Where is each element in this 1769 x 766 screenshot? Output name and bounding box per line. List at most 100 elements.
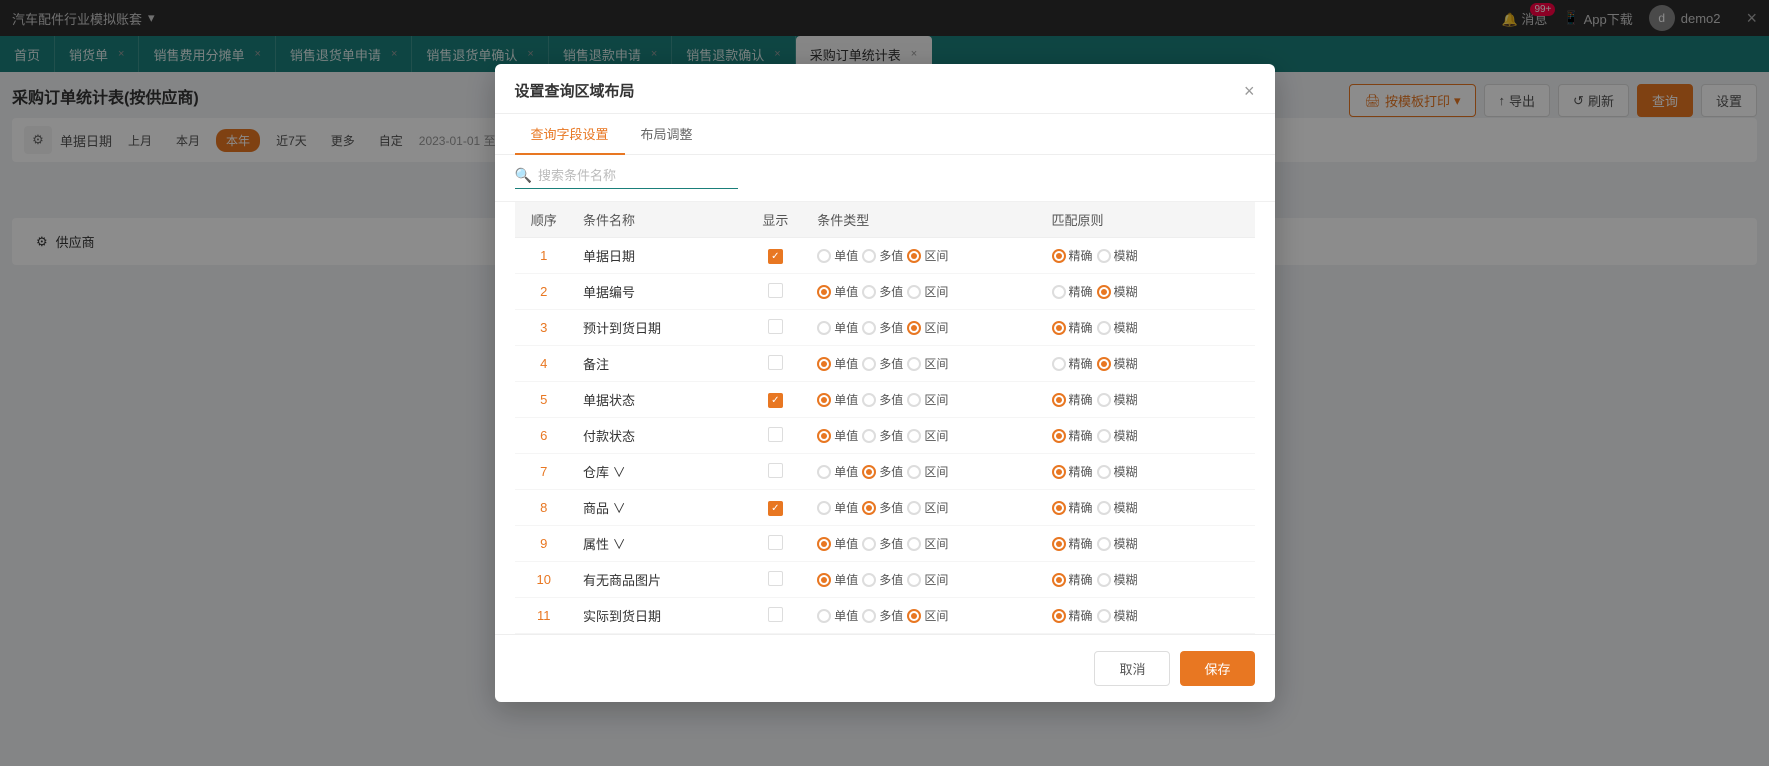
match-radio-item[interactable]: 精确 [1052,427,1093,444]
match-radio-item[interactable]: 精确 [1052,571,1093,588]
save-button[interactable]: 保存 [1180,651,1254,686]
radio-circle [862,393,876,407]
row-display[interactable] [743,382,807,418]
display-checkbox[interactable] [768,393,783,408]
radio-circle [907,537,921,551]
row-match: 精确模糊 [1042,598,1255,634]
search-input[interactable] [538,168,738,183]
type-radio-item[interactable]: 多值 [862,535,903,552]
type-radio-item[interactable]: 单值 [817,571,858,588]
display-checkbox[interactable] [768,283,783,298]
type-radio-item[interactable]: 多值 [862,571,903,588]
match-radio-item[interactable]: 模糊 [1097,427,1138,444]
type-radio-item[interactable]: 区间 [907,535,948,552]
type-radio-item[interactable]: 区间 [907,283,948,300]
match-radio-item[interactable]: 精确 [1052,463,1093,480]
match-radio-item[interactable]: 模糊 [1097,499,1138,516]
type-radio-item[interactable]: 区间 [907,391,948,408]
display-checkbox[interactable] [768,319,783,334]
match-radio-item[interactable]: 模糊 [1097,571,1138,588]
row-display[interactable] [743,274,807,310]
row-display[interactable] [743,454,807,490]
row-match: 精确模糊 [1042,238,1255,274]
type-radio-item[interactable]: 单值 [817,535,858,552]
type-radio-item[interactable]: 单值 [817,391,858,408]
radio-circle [907,465,921,479]
type-radio-item[interactable]: 单值 [817,355,858,372]
type-radio-item[interactable]: 区间 [907,607,948,624]
match-radio-item[interactable]: 精确 [1052,247,1093,264]
display-checkbox[interactable] [768,427,783,442]
type-radio-item[interactable]: 区间 [907,499,948,516]
match-radio-item[interactable]: 模糊 [1097,535,1138,552]
radio-label: 单值 [834,355,858,372]
match-radio-item[interactable]: 模糊 [1097,283,1138,300]
type-radio-item[interactable]: 区间 [907,247,948,264]
modal-close-btn[interactable]: × [1244,82,1255,112]
type-radio-item[interactable]: 单值 [817,247,858,264]
type-radio-item[interactable]: 单值 [817,427,858,444]
type-radio-item[interactable]: 区间 [907,571,948,588]
cancel-button[interactable]: 取消 [1094,651,1170,686]
type-radio-item[interactable]: 多值 [862,319,903,336]
display-checkbox[interactable] [768,535,783,550]
match-radio-item[interactable]: 模糊 [1097,319,1138,336]
type-radio-item[interactable]: 多值 [862,427,903,444]
match-radio-item[interactable]: 精确 [1052,499,1093,516]
row-display[interactable] [743,310,807,346]
row-display[interactable] [743,490,807,526]
display-checkbox[interactable] [768,571,783,586]
row-display[interactable] [743,418,807,454]
row-display[interactable] [743,562,807,598]
row-display[interactable] [743,346,807,382]
type-radio-item[interactable]: 单值 [817,463,858,480]
modal-overlay[interactable]: 设置查询区域布局 × 查询字段设置 布局调整 🔍 [0,0,1769,766]
row-order: 3 [515,310,574,346]
type-radio-item[interactable]: 多值 [862,247,903,264]
type-radio-item[interactable]: 区间 [907,355,948,372]
match-radio-item[interactable]: 精确 [1052,355,1093,372]
type-radio-item[interactable]: 区间 [907,319,948,336]
modal-tabs: 查询字段设置 布局调整 [495,114,1275,155]
match-radio-item[interactable]: 模糊 [1097,607,1138,624]
row-order: 9 [515,526,574,562]
row-name: 仓库 ∨ [573,454,743,490]
row-display[interactable] [743,238,807,274]
match-radio-item[interactable]: 模糊 [1097,355,1138,372]
match-radio-item[interactable]: 模糊 [1097,463,1138,480]
row-display[interactable] [743,598,807,634]
display-checkbox[interactable] [768,355,783,370]
type-radio-item[interactable]: 多值 [862,391,903,408]
radio-circle [817,285,831,299]
row-display[interactable] [743,526,807,562]
type-radio-item[interactable]: 多值 [862,283,903,300]
modal-tab-query-fields[interactable]: 查询字段设置 [515,114,625,155]
match-radio-item[interactable]: 精确 [1052,535,1093,552]
display-checkbox[interactable] [768,463,783,478]
match-radio-item[interactable]: 模糊 [1097,391,1138,408]
radio-label: 区间 [924,427,948,444]
row-order: 6 [515,418,574,454]
type-radio-item[interactable]: 单值 [817,607,858,624]
radio-label: 单值 [834,283,858,300]
type-radio-item[interactable]: 多值 [862,499,903,516]
display-checkbox[interactable] [768,249,783,264]
type-radio-item[interactable]: 区间 [907,463,948,480]
match-radio-item[interactable]: 精确 [1052,607,1093,624]
modal-tab-layout[interactable]: 布局调整 [625,114,709,155]
match-radio-item[interactable]: 模糊 [1097,247,1138,264]
type-radio-item[interactable]: 多值 [862,463,903,480]
row-order: 4 [515,346,574,382]
type-radio-item[interactable]: 多值 [862,607,903,624]
match-radio-item[interactable]: 精确 [1052,283,1093,300]
radio-label: 精确 [1069,499,1093,516]
type-radio-item[interactable]: 单值 [817,283,858,300]
type-radio-item[interactable]: 多值 [862,355,903,372]
match-radio-item[interactable]: 精确 [1052,319,1093,336]
type-radio-item[interactable]: 区间 [907,427,948,444]
type-radio-item[interactable]: 单值 [817,499,858,516]
type-radio-item[interactable]: 单值 [817,319,858,336]
display-checkbox[interactable] [768,501,783,516]
match-radio-item[interactable]: 精确 [1052,391,1093,408]
display-checkbox[interactable] [768,607,783,622]
